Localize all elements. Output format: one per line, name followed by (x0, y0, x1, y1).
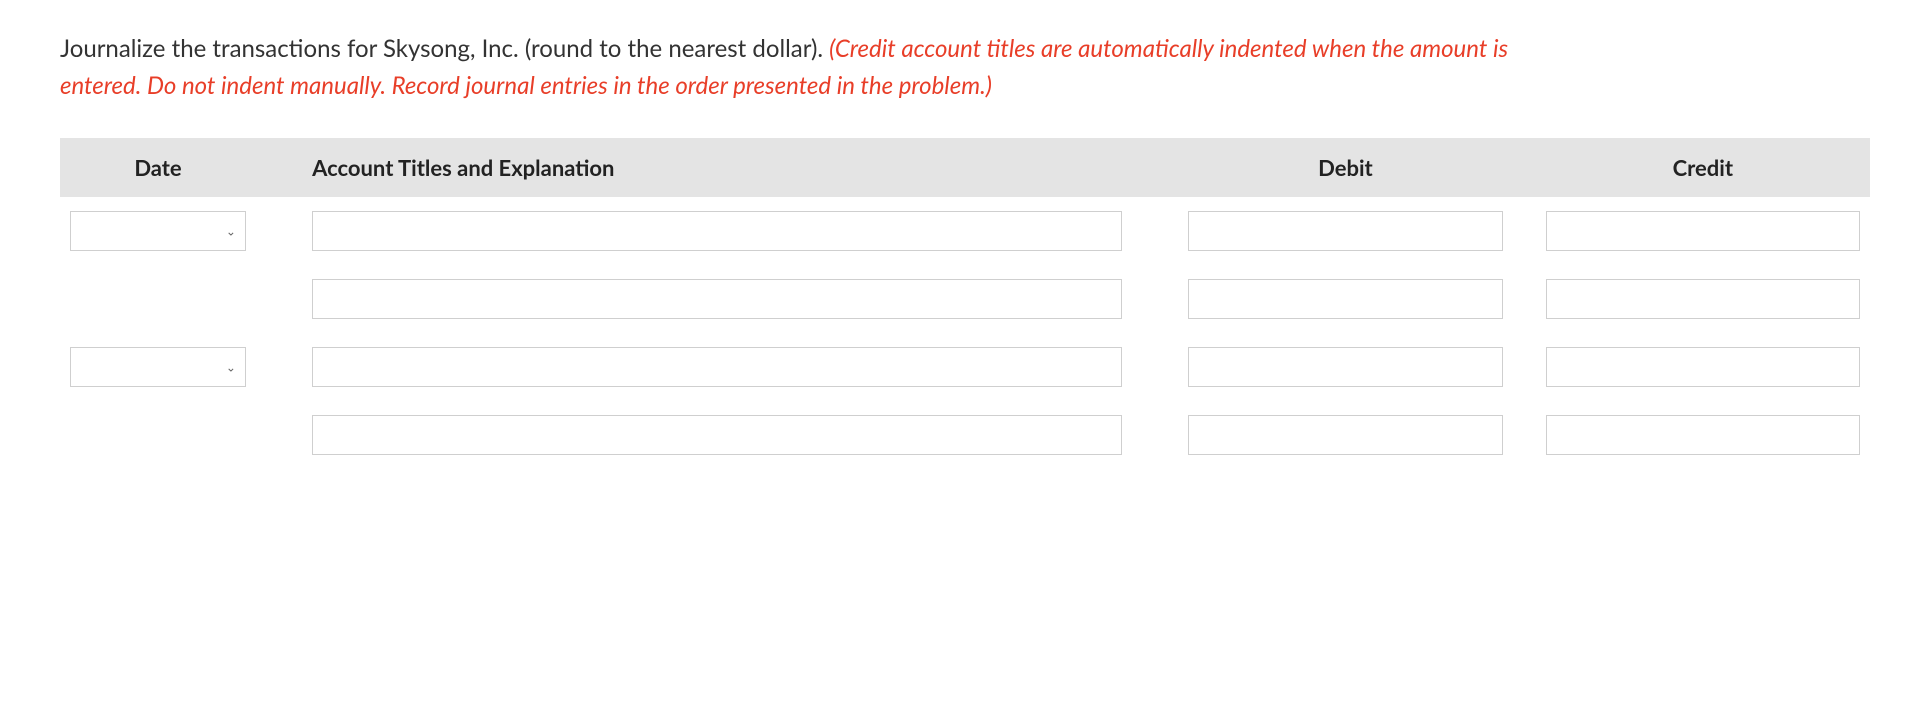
header-date: Date (60, 138, 256, 197)
header-credit: Credit (1536, 138, 1870, 197)
header-gap (1132, 138, 1178, 197)
journal-table: Date Account Titles and Explanation Debi… (60, 138, 1870, 469)
account-input[interactable] (312, 211, 1122, 251)
debit-input[interactable] (1188, 211, 1502, 251)
instructions-block: Journalize the transactions for Skysong,… (60, 30, 1540, 104)
debit-input[interactable] (1188, 415, 1502, 455)
header-debit: Debit (1178, 138, 1512, 197)
header-gap (256, 138, 302, 197)
header-account: Account Titles and Explanation (302, 138, 1132, 197)
debit-input[interactable] (1188, 279, 1502, 319)
date-select[interactable] (70, 347, 246, 387)
account-input[interactable] (312, 279, 1122, 319)
journal-table-body: ⌄ (60, 197, 1870, 469)
account-input[interactable] (312, 415, 1122, 455)
credit-input[interactable] (1546, 415, 1860, 455)
date-select-wrap: ⌄ (70, 347, 246, 387)
journal-table-wrap: Date Account Titles and Explanation Debi… (60, 138, 1870, 469)
credit-input[interactable] (1546, 347, 1860, 387)
debit-input[interactable] (1188, 347, 1502, 387)
table-row: ⌄ (60, 333, 1870, 401)
date-select[interactable] (70, 211, 246, 251)
credit-input[interactable] (1546, 279, 1860, 319)
credit-input[interactable] (1546, 211, 1860, 251)
table-row (60, 401, 1870, 469)
table-row (60, 265, 1870, 333)
table-row: ⌄ (60, 197, 1870, 265)
date-select-wrap: ⌄ (70, 211, 246, 251)
header-gap (1513, 138, 1536, 197)
account-input[interactable] (312, 347, 1122, 387)
page-root: Journalize the transactions for Skysong,… (0, 0, 1930, 509)
journal-table-head: Date Account Titles and Explanation Debi… (60, 138, 1870, 197)
instructions-plain: Journalize the transactions for Skysong,… (60, 34, 829, 63)
